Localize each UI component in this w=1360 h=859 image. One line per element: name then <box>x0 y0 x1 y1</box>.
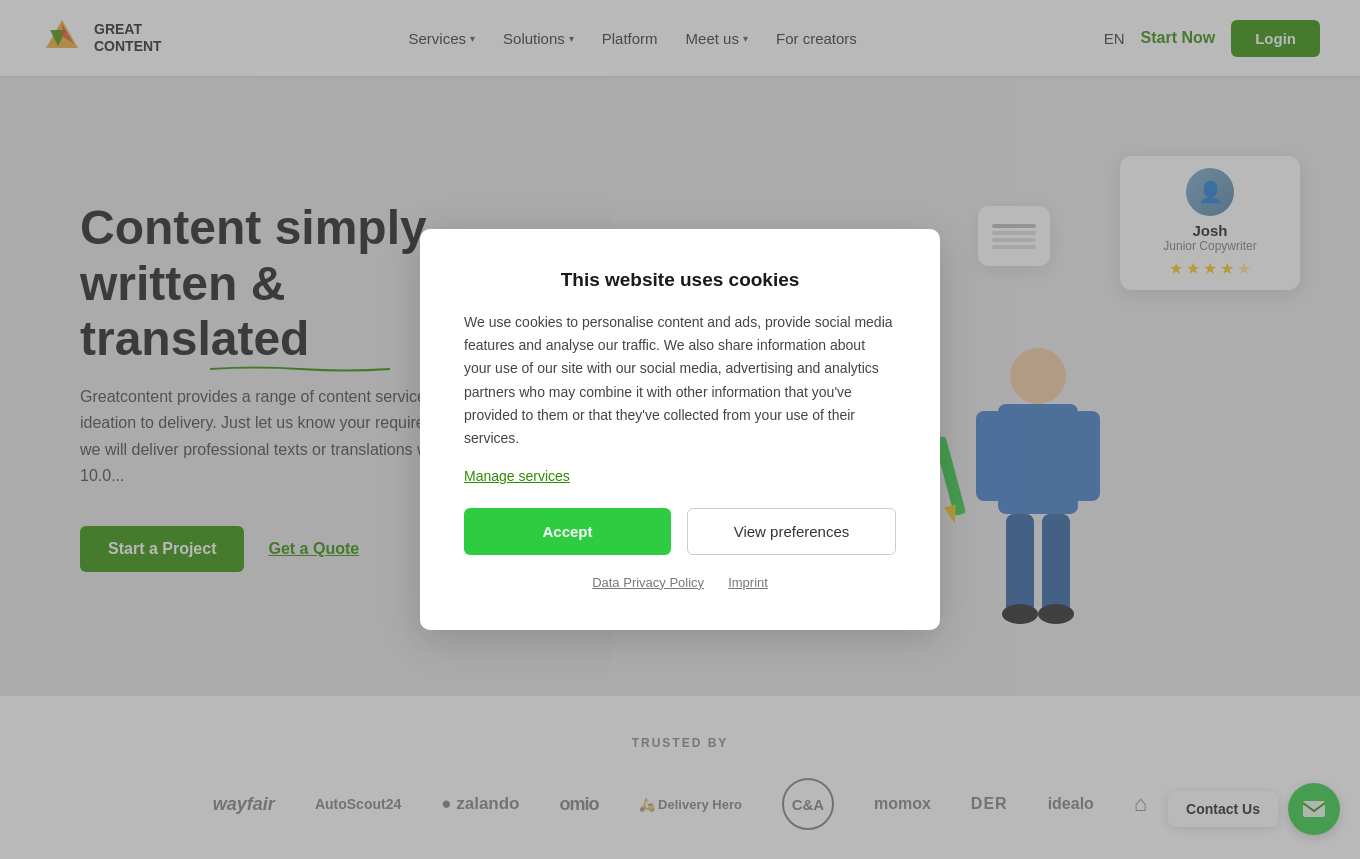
data-privacy-link[interactable]: Data Privacy Policy <box>592 575 704 590</box>
cookie-modal-buttons: Accept View preferences <box>464 508 896 555</box>
cookie-modal-body: We use cookies to personalise content an… <box>464 311 896 450</box>
accept-cookies-button[interactable]: Accept <box>464 508 671 555</box>
imprint-link[interactable]: Imprint <box>728 575 768 590</box>
manage-services-link[interactable]: Manage services <box>464 468 896 484</box>
view-preferences-button[interactable]: View preferences <box>687 508 896 555</box>
cookie-modal-footer: Data Privacy Policy Imprint <box>464 575 896 590</box>
cookie-modal-overlay: This website uses cookies We use cookies… <box>0 0 1360 859</box>
cookie-modal: This website uses cookies We use cookies… <box>420 229 940 630</box>
cookie-modal-title: This website uses cookies <box>464 269 896 291</box>
